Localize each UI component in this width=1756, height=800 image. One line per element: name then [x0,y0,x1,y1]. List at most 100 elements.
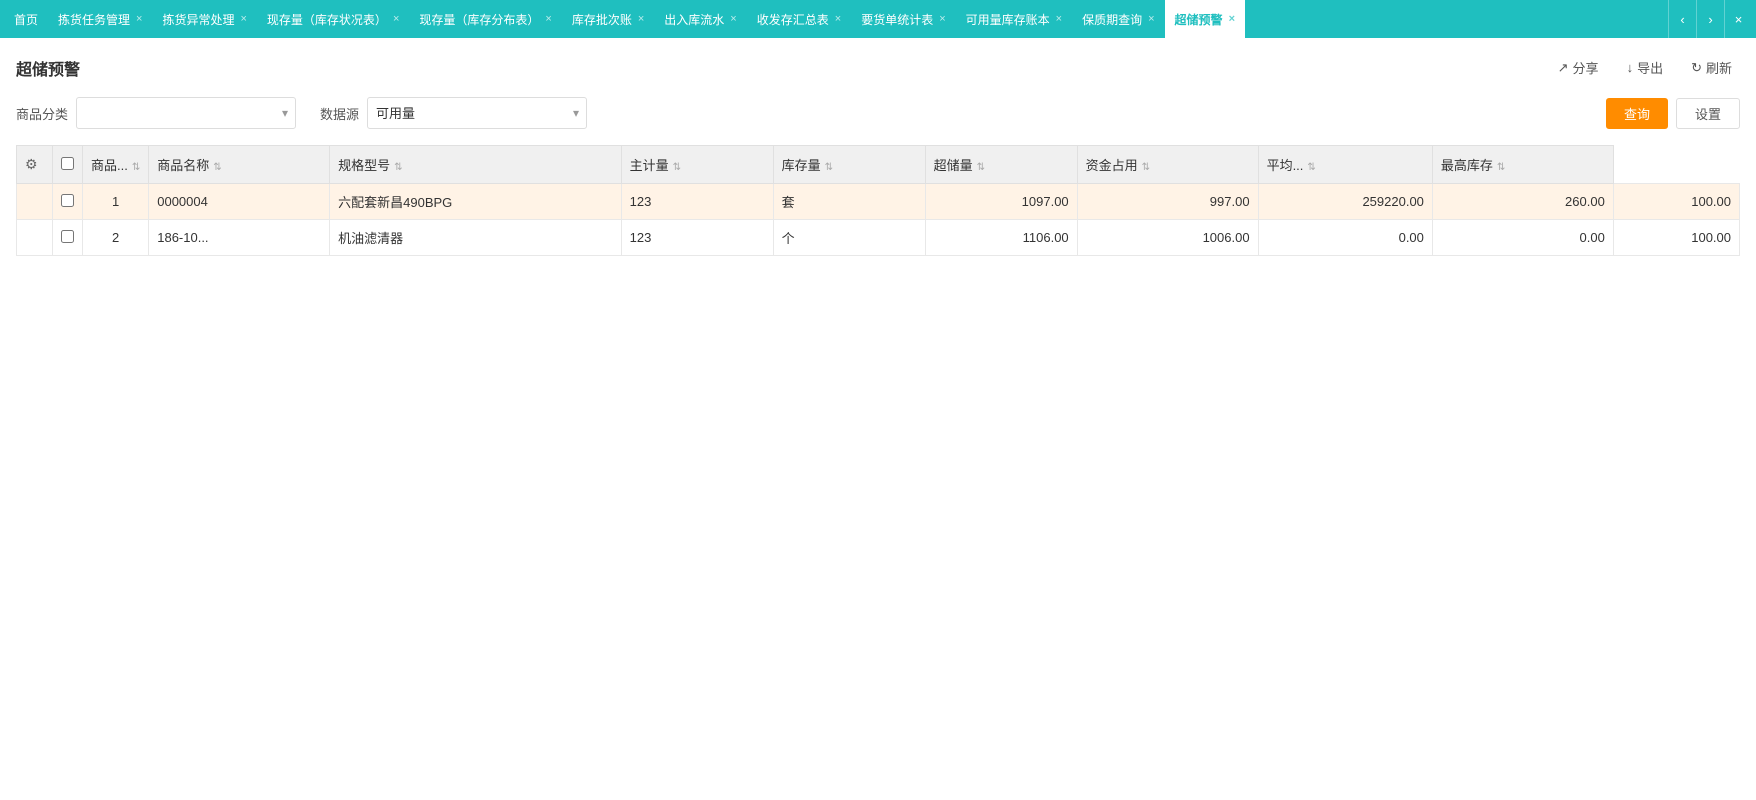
row-max: 100.00 [1613,220,1739,256]
col-capital-header[interactable]: 资金占用⇅ [1077,146,1258,184]
row-code: 186-10... [149,220,330,256]
close-tab-quality[interactable]: × [1148,13,1154,25]
tab-quality[interactable]: 保质期查询 × [1072,0,1164,38]
nav-close-button[interactable]: × [1724,0,1752,38]
row-index: 1 [83,184,149,220]
page-actions: ↗ 分享 ↓ 导出 ↻ 刷新 [1550,54,1740,81]
row-capital: 0.00 [1258,220,1432,256]
row-spec: 123 [621,184,773,220]
nav-prev-button[interactable]: ‹ [1668,0,1696,38]
column-settings-icon[interactable]: ⚙ [25,156,38,172]
tab-home[interactable]: 首页 [4,0,48,38]
nav-next-button[interactable]: › [1696,0,1724,38]
sort-avg-icon: ⇅ [1307,162,1315,173]
tab-inventory-dist[interactable]: 现存量（库存分布表） × [409,0,561,38]
row-checkbox[interactable] [61,230,74,243]
filter-row: 商品分类 数据源 可用量 查询 设置 [16,97,1740,129]
col-max-header[interactable]: 最高库存⇅ [1432,146,1613,184]
table-header-row: ⚙ 商品...⇅ 商品名称⇅ 规格型号⇅ 主计量⇅ 库存量⇅ [17,146,1740,184]
refresh-button[interactable]: ↻ 刷新 [1683,54,1740,81]
row-checkbox-cell[interactable] [53,184,83,220]
tab-overstock[interactable]: 超储预警 × [1165,0,1245,38]
row-settings-cell [17,184,53,220]
row-overstock: 997.00 [1077,184,1258,220]
close-tab-inventory-dist[interactable]: × [545,13,551,25]
row-capital: 259220.00 [1258,184,1432,220]
tab-order-stat[interactable]: 要货单统计表 × [851,0,955,38]
row-max: 100.00 [1613,184,1739,220]
settings-button[interactable]: 设置 [1676,98,1740,129]
tab-abnormal[interactable]: 拣货异常处理 × [152,0,256,38]
row-stock: 1097.00 [925,184,1077,220]
sort-stock-icon: ⇅ [825,162,833,173]
row-index: 2 [83,220,149,256]
category-select-wrapper [76,97,296,129]
row-checkbox-cell[interactable] [53,220,83,256]
category-filter-group: 商品分类 [16,97,296,129]
sort-unit-icon: ⇅ [673,162,681,173]
row-stock: 1106.00 [925,220,1077,256]
nav-arrows: ‹ › × [1668,0,1752,38]
tab-collect[interactable]: 收发存汇总表 × [747,0,851,38]
col-overstock-header[interactable]: 超储量⇅ [925,146,1077,184]
datasource-select[interactable]: 可用量 [367,97,587,129]
sort-overstock-icon: ⇅ [977,162,985,173]
sort-name-icon: ⇅ [213,162,221,173]
row-overstock: 1006.00 [1077,220,1258,256]
tab-flow[interactable]: 出入库流水 × [654,0,746,38]
row-unit: 套 [773,184,925,220]
col-settings: ⚙ [17,146,53,184]
close-tab-collect[interactable]: × [835,13,841,25]
col-avg-header[interactable]: 平均...⇅ [1258,146,1432,184]
query-button[interactable]: 查询 [1606,98,1668,129]
page-content: 超储预警 ↗ 分享 ↓ 导出 ↻ 刷新 商品分类 [0,38,1756,800]
close-tab-flow[interactable]: × [730,13,736,25]
tab-task[interactable]: 拣货任务管理 × [48,0,152,38]
table-row: 2 186-10... 机油滤清器 123 个 1106.00 1006.00 … [17,220,1740,256]
category-select[interactable] [76,97,296,129]
close-tab-task[interactable]: × [136,13,142,25]
sort-spec-icon: ⇅ [394,162,402,173]
close-tab-available[interactable]: × [1056,13,1062,25]
row-spec: 123 [621,220,773,256]
share-button[interactable]: ↗ 分享 [1550,54,1607,81]
row-code: 0000004 [149,184,330,220]
row-avg: 260.00 [1432,184,1613,220]
export-button[interactable]: ↓ 导出 [1619,54,1672,81]
col-stock-header[interactable]: 库存量⇅ [773,146,925,184]
col-spec-header[interactable]: 规格型号⇅ [330,146,621,184]
row-settings-cell [17,220,53,256]
row-name: 六配套新昌490BPG [330,184,621,220]
close-tab-order-stat[interactable]: × [939,13,945,25]
col-unit-header[interactable]: 主计量⇅ [621,146,773,184]
tab-batch[interactable]: 库存批次账 × [562,0,654,38]
col-code-header[interactable]: 商品...⇅ [83,146,149,184]
table-row: 1 0000004 六配套新昌490BPG 123 套 1097.00 997.… [17,184,1740,220]
select-all-checkbox[interactable] [61,157,74,170]
close-tab-overstock[interactable]: × [1229,13,1235,25]
row-name: 机油滤清器 [330,220,621,256]
row-unit: 个 [773,220,925,256]
top-navigation: 首页 拣货任务管理 × 拣货异常处理 × 现存量（库存状况表） × 现存量（库存… [0,0,1756,38]
sort-code-icon: ⇅ [132,162,140,173]
datasource-select-wrapper: 可用量 [367,97,587,129]
tab-available[interactable]: 可用量库存账本 × [956,0,1072,38]
row-avg: 0.00 [1432,220,1613,256]
page-title: 超储预警 [16,56,80,80]
close-tab-inventory-status[interactable]: × [393,13,399,25]
category-label: 商品分类 [16,104,68,123]
filter-actions: 查询 设置 [1606,98,1740,129]
row-checkbox[interactable] [61,194,74,207]
col-name-header[interactable]: 商品名称⇅ [149,146,330,184]
share-icon: ↗ [1558,60,1569,76]
sort-max-icon: ⇅ [1497,162,1505,173]
close-tab-batch[interactable]: × [638,13,644,25]
tab-inventory-status[interactable]: 现存量（库存状况表） × [257,0,409,38]
sort-capital-icon: ⇅ [1142,162,1150,173]
close-tab-abnormal[interactable]: × [240,13,246,25]
datasource-label: 数据源 [320,104,359,123]
export-icon: ↓ [1627,60,1634,75]
data-table: ⚙ 商品...⇅ 商品名称⇅ 规格型号⇅ 主计量⇅ 库存量⇅ [16,145,1740,256]
page-header: 超储预警 ↗ 分享 ↓ 导出 ↻ 刷新 [16,54,1740,81]
refresh-icon: ↻ [1691,60,1702,76]
